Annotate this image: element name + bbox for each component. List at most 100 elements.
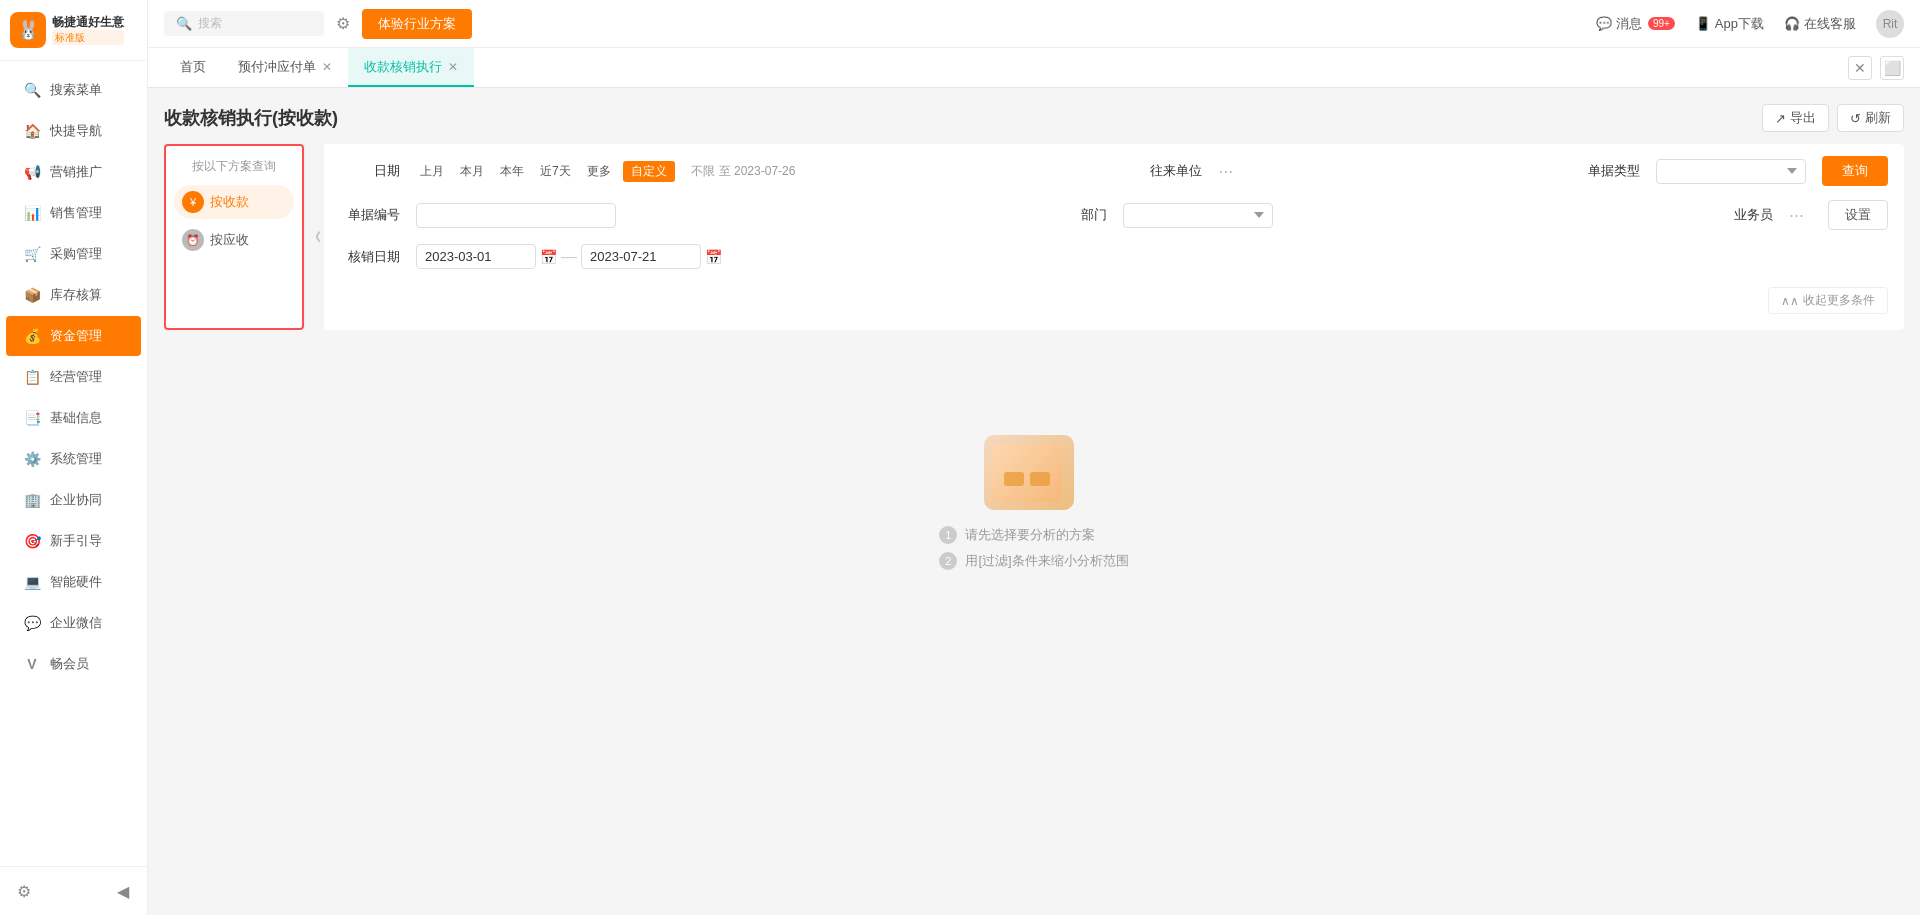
date-btn-this-year[interactable]: 本年	[496, 161, 528, 182]
message-item[interactable]: 💬 消息 99+	[1596, 15, 1675, 33]
sales-icon: 📊	[22, 203, 42, 223]
user-item[interactable]: Rit	[1876, 10, 1904, 38]
salesperson-input[interactable]: ···	[1789, 205, 1804, 226]
topbar-search-text: 搜索	[198, 15, 222, 32]
collapse-sidebar-icon[interactable]: ◀	[109, 877, 137, 905]
collapse-more-button[interactable]: ∧∧ 收起更多条件	[1768, 287, 1888, 314]
export-icon: ↗	[1775, 111, 1786, 126]
corp-icon: 🏢	[22, 490, 42, 510]
sidebar-bottom: ⚙ ◀	[0, 866, 147, 915]
tab-writeoff-close-icon[interactable]: ✕	[448, 60, 458, 74]
counterpart-input[interactable]: ···	[1218, 161, 1233, 182]
online-service-item[interactable]: 🎧 在线客服	[1784, 15, 1856, 33]
writeoff-date-range: 📅 — 📅	[416, 244, 722, 269]
collapse-more-area: ∧∧ 收起更多条件	[340, 283, 1888, 318]
doc-type-select[interactable]	[1656, 159, 1806, 184]
date-to-label: 至 2023-07-26	[719, 163, 796, 180]
filter-sidebar-title: 按以下方案查询	[174, 158, 294, 175]
sidebar-item-wechat[interactable]: 💬 企业微信	[6, 603, 141, 643]
tab-home[interactable]: 首页	[164, 48, 222, 87]
main-area: 🔍 搜索 ⚙ 体验行业方案 💬 消息 99+ 📱 App下载 🎧 在线客服	[148, 0, 1920, 915]
user-avatar: Rit	[1876, 10, 1904, 38]
writeoff-date-separator: —	[561, 248, 577, 266]
date-label: 日期	[340, 162, 400, 180]
writeoff-end-calendar-icon[interactable]: 📅	[705, 249, 722, 265]
settings-button[interactable]: 设置	[1828, 200, 1888, 230]
sidebar-item-search[interactable]: 🔍 搜索菜单	[6, 70, 141, 110]
sidebar-item-guide[interactable]: 🎯 新手引导	[6, 521, 141, 561]
date-btn-7days[interactable]: 近7天	[536, 161, 575, 182]
tip-num-1: 1	[939, 526, 957, 544]
tab-writeoff[interactable]: 收款核销执行 ✕	[348, 48, 474, 87]
sidebar-item-marketing[interactable]: 📢 营销推广	[6, 152, 141, 192]
sidebar-item-finance[interactable]: 💰 资金管理	[6, 316, 141, 356]
filter-option-by-receivable[interactable]: ⏰ 按应收	[174, 223, 294, 257]
app-download-item[interactable]: 📱 App下载	[1695, 15, 1764, 33]
collapse-left-icon: 《	[309, 229, 321, 246]
tab-prepay[interactable]: 预付冲应付单 ✕	[222, 48, 348, 87]
hardware-icon: 💻	[22, 572, 42, 592]
filter-sidebar: 按以下方案查询 ¥ 按收款 ⏰ 按应收	[164, 144, 304, 330]
filter-collapse-btn[interactable]: 《	[304, 144, 324, 330]
writeoff-date-label: 核销日期	[340, 248, 400, 266]
filter-row-3: 核销日期 📅 — 📅	[340, 244, 1888, 269]
dept-select[interactable]	[1123, 203, 1273, 228]
sidebar-item-quick-nav[interactable]: 🏠 快捷导航	[6, 111, 141, 151]
tab-writeoff-label: 收款核销执行	[364, 58, 442, 76]
finance-icon: 💰	[22, 326, 42, 346]
sidebar-item-corp[interactable]: 🏢 企业协同	[6, 480, 141, 520]
marketing-icon: 📢	[22, 162, 42, 182]
writeoff-end-input[interactable]	[581, 244, 701, 269]
industry-solution-button[interactable]: 体验行业方案	[362, 9, 472, 39]
filter-area: 按以下方案查询 ¥ 按收款 ⏰ 按应收 《 日期	[164, 144, 1904, 330]
sidebar-item-hardware[interactable]: 💻 智能硬件	[6, 562, 141, 602]
refresh-label: 刷新	[1865, 109, 1891, 127]
page-actions: ↗ 导出 ↺ 刷新	[1762, 104, 1904, 132]
sidebar-item-operation[interactable]: 📋 经营管理	[6, 357, 141, 397]
sidebar-item-purchase[interactable]: 🛒 采购管理	[6, 234, 141, 274]
settings-bottom-icon[interactable]: ⚙	[10, 877, 38, 905]
filter-option-by-receipt[interactable]: ¥ 按收款	[174, 185, 294, 219]
topbar-gear-icon[interactable]: ⚙	[336, 14, 350, 33]
sidebar-item-sales-label: 销售管理	[50, 204, 102, 222]
tab-close-action[interactable]: ✕	[1848, 56, 1872, 80]
topbar-search-icon: 🔍	[176, 16, 192, 31]
date-btn-this-month[interactable]: 本月	[456, 161, 488, 182]
message-label: 消息	[1616, 15, 1642, 33]
sidebar-item-marketing-label: 营销推广	[50, 163, 102, 181]
sidebar-item-sales[interactable]: 📊 销售管理	[6, 193, 141, 233]
sidebar-item-system[interactable]: ⚙️ 系统管理	[6, 439, 141, 479]
filter-receipt-icon: ¥	[182, 191, 204, 213]
system-icon: ⚙️	[22, 449, 42, 469]
sidebar-item-inventory-label: 库存核算	[50, 286, 102, 304]
topbar-search[interactable]: 🔍 搜索	[164, 11, 324, 36]
logo-area: 🐰 畅捷通好生意 标准版	[0, 0, 147, 61]
sidebar-item-member[interactable]: V 畅会员	[6, 644, 141, 684]
sidebar-item-inventory[interactable]: 📦 库存核算	[6, 275, 141, 315]
filter-main: 日期 上月 本月 本年 近7天 更多 自定义 不限 至 2023-07-26	[324, 144, 1904, 330]
refresh-icon: ↺	[1850, 111, 1861, 126]
refresh-button[interactable]: ↺ 刷新	[1837, 104, 1904, 132]
illus-box-eye-left	[1004, 472, 1024, 486]
writeoff-start-input[interactable]	[416, 244, 536, 269]
page-header: 收款核销执行(按收款) ↗ 导出 ↺ 刷新	[164, 104, 1904, 132]
collapse-more-label: 收起更多条件	[1803, 292, 1875, 309]
collapse-more-icon: ∧∧	[1781, 294, 1799, 308]
export-button[interactable]: ↗ 导出	[1762, 104, 1829, 132]
date-btn-custom[interactable]: 自定义	[623, 161, 675, 182]
tab-expand-action[interactable]: ⬜	[1880, 56, 1904, 80]
tab-prepay-close-icon[interactable]: ✕	[322, 60, 332, 74]
home-icon: 🏠	[22, 121, 42, 141]
writeoff-start-calendar-icon[interactable]: 📅	[540, 249, 557, 265]
page-content: 收款核销执行(按收款) ↗ 导出 ↺ 刷新 按以下方案查询 ¥ 按收款	[148, 88, 1920, 915]
inventory-icon: 📦	[22, 285, 42, 305]
date-btn-more[interactable]: 更多	[583, 161, 615, 182]
app-download-label: App下载	[1715, 15, 1764, 33]
tab-prepay-label: 预付冲应付单	[238, 58, 316, 76]
date-nolimit-label: 不限	[691, 163, 715, 180]
query-button[interactable]: 查询	[1822, 156, 1888, 186]
date-btn-last-month[interactable]: 上月	[416, 161, 448, 182]
tip-num-2: 2	[939, 552, 957, 570]
doc-number-input[interactable]	[416, 203, 616, 228]
sidebar-item-basic-info[interactable]: 📑 基础信息	[6, 398, 141, 438]
